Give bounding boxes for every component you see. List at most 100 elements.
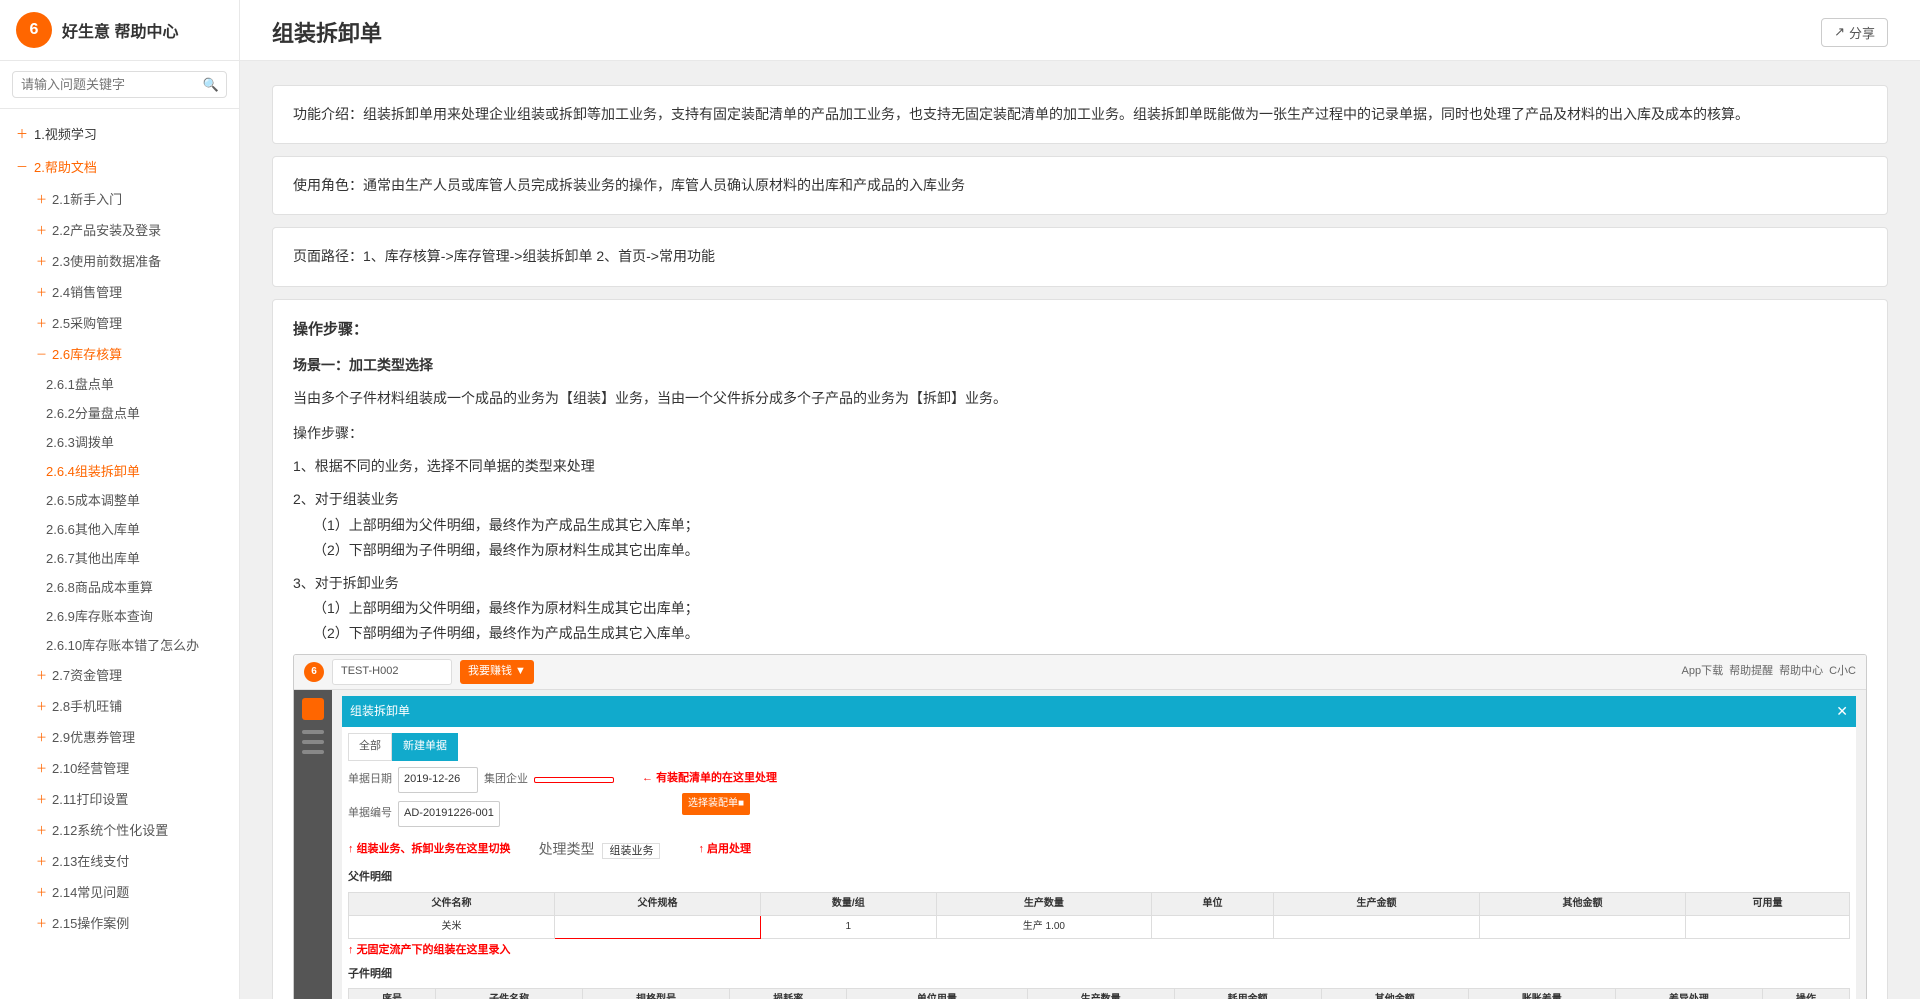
ss-form-date: 单据日期 2019-12-26 集团企业 (348, 767, 614, 793)
ss-annotation1-area: ← 有装配清单的在这里处理 选择装配单■ (642, 769, 777, 815)
sidebar-item-24[interactable]: ＋ 2.4销售管理 (0, 276, 239, 307)
ss-form-area: 单据日期 2019-12-26 集团企业 单据编号 (348, 767, 1850, 831)
sidebar-item-210[interactable]: ＋ 2.10经营管理 (0, 752, 239, 783)
minus-icon: － (36, 346, 47, 362)
ops-title: 操作步骤： (293, 316, 1867, 343)
ss-col-header: 父件名称 (349, 892, 555, 915)
search-input[interactable] (12, 71, 227, 98)
sidebar-header: 6 好生意 帮助中心 (0, 0, 239, 61)
sidebar-item-262[interactable]: 2.6.2分量盘点单 (0, 398, 239, 427)
share-icon: ↗ (1834, 24, 1845, 40)
sidebar-item-268[interactable]: 2.6.8商品成本重算 (0, 572, 239, 601)
ss-table2-label: 子件明细 (348, 965, 1850, 985)
step3-2-text: （2）下部明细为子件明细，最终作为产成品生成其它入库单。 (313, 621, 1867, 646)
step2-title: 2、对于组装业务 (293, 491, 399, 507)
ss-tab-all: 全部 (348, 733, 392, 761)
ss-date-input: 2019-12-26 (398, 767, 478, 793)
plus-icon: ＋ (36, 191, 47, 207)
ss-mini-sidebar (294, 690, 332, 999)
ss-col-header: 父件规格 (555, 892, 761, 915)
plus-icon: ＋ (36, 760, 47, 776)
nav-group-docs: － 2.帮助文档 ＋ 2.1新手入门 ＋ 2.2产品安装及登录 ＋ 2.3使用前… (0, 150, 239, 938)
step1-text: 1、根据不同的业务，选择不同单据的类型来处理 (293, 458, 595, 474)
sidebar-item-213[interactable]: ＋ 2.13在线支付 (0, 845, 239, 876)
sidebar-item-261[interactable]: 2.6.1盘点单 (0, 369, 239, 398)
sidebar-item-23[interactable]: ＋ 2.3使用前数据准备 (0, 245, 239, 276)
ss-logo: 6 (304, 662, 324, 682)
nav-group-video: ＋ 1.视频学习 (0, 117, 239, 150)
plus-icon: ＋ (36, 315, 47, 331)
sidebar-item-211[interactable]: ＋ 2.11打印设置 (0, 783, 239, 814)
plus-icon: ＋ (16, 125, 28, 142)
ss-cell: 关米 (349, 915, 555, 938)
sidebar-item-215[interactable]: ＋ 2.15操作案例 (0, 907, 239, 938)
ss-col-header: 单位 (1152, 892, 1274, 915)
ss-cell: 生产 1.00 (936, 915, 1151, 938)
step2-1-text: （1）上部明细为父件明细，最终作为产成品生成其它入库单； (313, 513, 1867, 538)
step2-2-text: （2）下部明细为子件明细，最终作为原材料生成其它出库单。 (313, 538, 1867, 563)
sidebar-item-263[interactable]: 2.6.3调拨单 (0, 427, 239, 456)
intro-text: 功能介绍：组装拆卸单用来处理企业组装或拆卸等加工业务，支持有固定装配清单的产品加… (293, 106, 1749, 122)
sidebar-item-29[interactable]: ＋ 2.9优惠券管理 (0, 721, 239, 752)
sidebar-item-25[interactable]: ＋ 2.5采购管理 (0, 307, 239, 338)
plus-icon: ＋ (36, 222, 47, 238)
plus-icon: ＋ (36, 915, 47, 931)
ss-window-title: 组装拆卸单 ✕ (342, 696, 1856, 727)
main-content: 功能介绍：组装拆卸单用来处理企业组装或拆卸等加工业务，支持有固定装配清单的产品加… (240, 61, 1920, 999)
sidebar-item-docs[interactable]: － 2.帮助文档 (0, 150, 239, 183)
ss-annotation4: ↑ 无固定流产下的组装在这里录入 (348, 941, 1850, 961)
ss-annotation3: ↑ 启用处理 (698, 840, 751, 860)
sidebar-item-22[interactable]: ＋ 2.2产品安装及登录 (0, 214, 239, 245)
ss-type-value: 组装业务 (602, 843, 660, 859)
search-box-container: 🔍 (0, 61, 239, 109)
path-card: 页面路径：1、库存核算->库存管理->组装拆卸单 2、首页->常用功能 (272, 227, 1888, 286)
usage-text: 使用角色：通常由生产人员或库管人员完成拆装业务的操作，库管人员确认原材料的出库和… (293, 177, 965, 193)
ss-main-area: 组装拆卸单 ✕ 全部 新建单据 (332, 690, 1866, 999)
sidebar-item-264[interactable]: 2.6.4组装拆卸单 (0, 456, 239, 485)
ss-col-header: 数量/组 (761, 892, 937, 915)
sidebar-item-266[interactable]: 2.6.6其他入库单 (0, 514, 239, 543)
ss-type-selector: 处理类型 组装业务 (539, 837, 661, 862)
sidebar-item-video[interactable]: ＋ 1.视频学习 (0, 117, 239, 150)
sidebar-item-2610[interactable]: 2.6.10库存账本错了怎么办 (0, 630, 239, 659)
sidebar-item-214[interactable]: ＋ 2.14常见问题 (0, 876, 239, 907)
plus-icon: ＋ (36, 284, 47, 300)
plus-icon: ＋ (36, 791, 47, 807)
plus-icon: ＋ (36, 667, 47, 683)
ss-table1: 父件名称 父件规格 数量/组 生产数量 单位 生产金额 其他金额 可用量 (348, 892, 1850, 939)
ss-cell (1274, 915, 1480, 938)
sidebar-item-267[interactable]: 2.6.7其他出库单 (0, 543, 239, 572)
sidebar-item-21[interactable]: ＋ 2.1新手入门 (0, 183, 239, 214)
plus-icon: ＋ (36, 729, 47, 745)
ss-assembly-input (534, 777, 614, 783)
scene1-desc: 当由多个子件材料组装成一个成品的业务为【组装】业务，当由一个父件拆分成多个子产品… (293, 390, 1007, 406)
plus-icon: ＋ (36, 853, 47, 869)
sidebar-item-265[interactable]: 2.6.5成本调整单 (0, 485, 239, 514)
nav-tree: ＋ 1.视频学习 － 2.帮助文档 ＋ 2.1新手入门 ＋ 2.2产品安装及登录 (0, 109, 239, 999)
plus-icon: ＋ (36, 698, 47, 714)
minus-icon: － (16, 158, 28, 175)
ss-col-header: 生产数量 (936, 892, 1151, 915)
app-logo: 6 (16, 12, 52, 48)
ss-cell (1152, 915, 1274, 938)
sidebar-item-28[interactable]: ＋ 2.8手机旺铺 (0, 690, 239, 721)
table-row: 关米 1 生产 1.00 (349, 915, 1850, 938)
sidebar-item-27[interactable]: ＋ 2.7资金管理 (0, 659, 239, 690)
page-title: 组装拆卸单 (272, 16, 382, 48)
main-panel: 组装拆卸单 ↗ 分享 功能介绍：组装拆卸单用来处理企业组装或拆卸等加工业务，支持… (240, 0, 1920, 999)
ss-cell (1480, 915, 1686, 938)
nav-sub-items-docs: ＋ 2.1新手入门 ＋ 2.2产品安装及登录 ＋ 2.3使用前数据准备 ＋ 2.… (0, 183, 239, 938)
ss-col-header: 生产金额 (1274, 892, 1480, 915)
app-title: 好生意 帮助中心 (62, 18, 178, 42)
sidebar-item-212[interactable]: ＋ 2.12系统个性化设置 (0, 814, 239, 845)
ss-type-row: ↑ 组装业务、拆卸业务在这里切换 处理类型 组装业务 (348, 837, 1850, 862)
sidebar-item-26[interactable]: － 2.6库存核算 (0, 338, 239, 369)
ss-form-docno: 单据编号 AD-20191226-001 (348, 801, 614, 827)
step3-1-text: （1）上部明细为父件明细，最终作为原材料生成其它出库单； (313, 596, 1867, 621)
ss-cell (555, 915, 761, 938)
share-button[interactable]: ↗ 分享 (1821, 18, 1888, 47)
ss-topnav: App下载 帮助提醒 帮助中心 C小C (1682, 662, 1856, 682)
page-header: 组装拆卸单 ↗ 分享 (240, 0, 1920, 61)
sidebar-item-269[interactable]: 2.6.9库存账本查询 (0, 601, 239, 630)
sidebar: 6 好生意 帮助中心 🔍 ＋ 1.视频学习 － 2.帮助文档 ＋ (0, 0, 240, 999)
